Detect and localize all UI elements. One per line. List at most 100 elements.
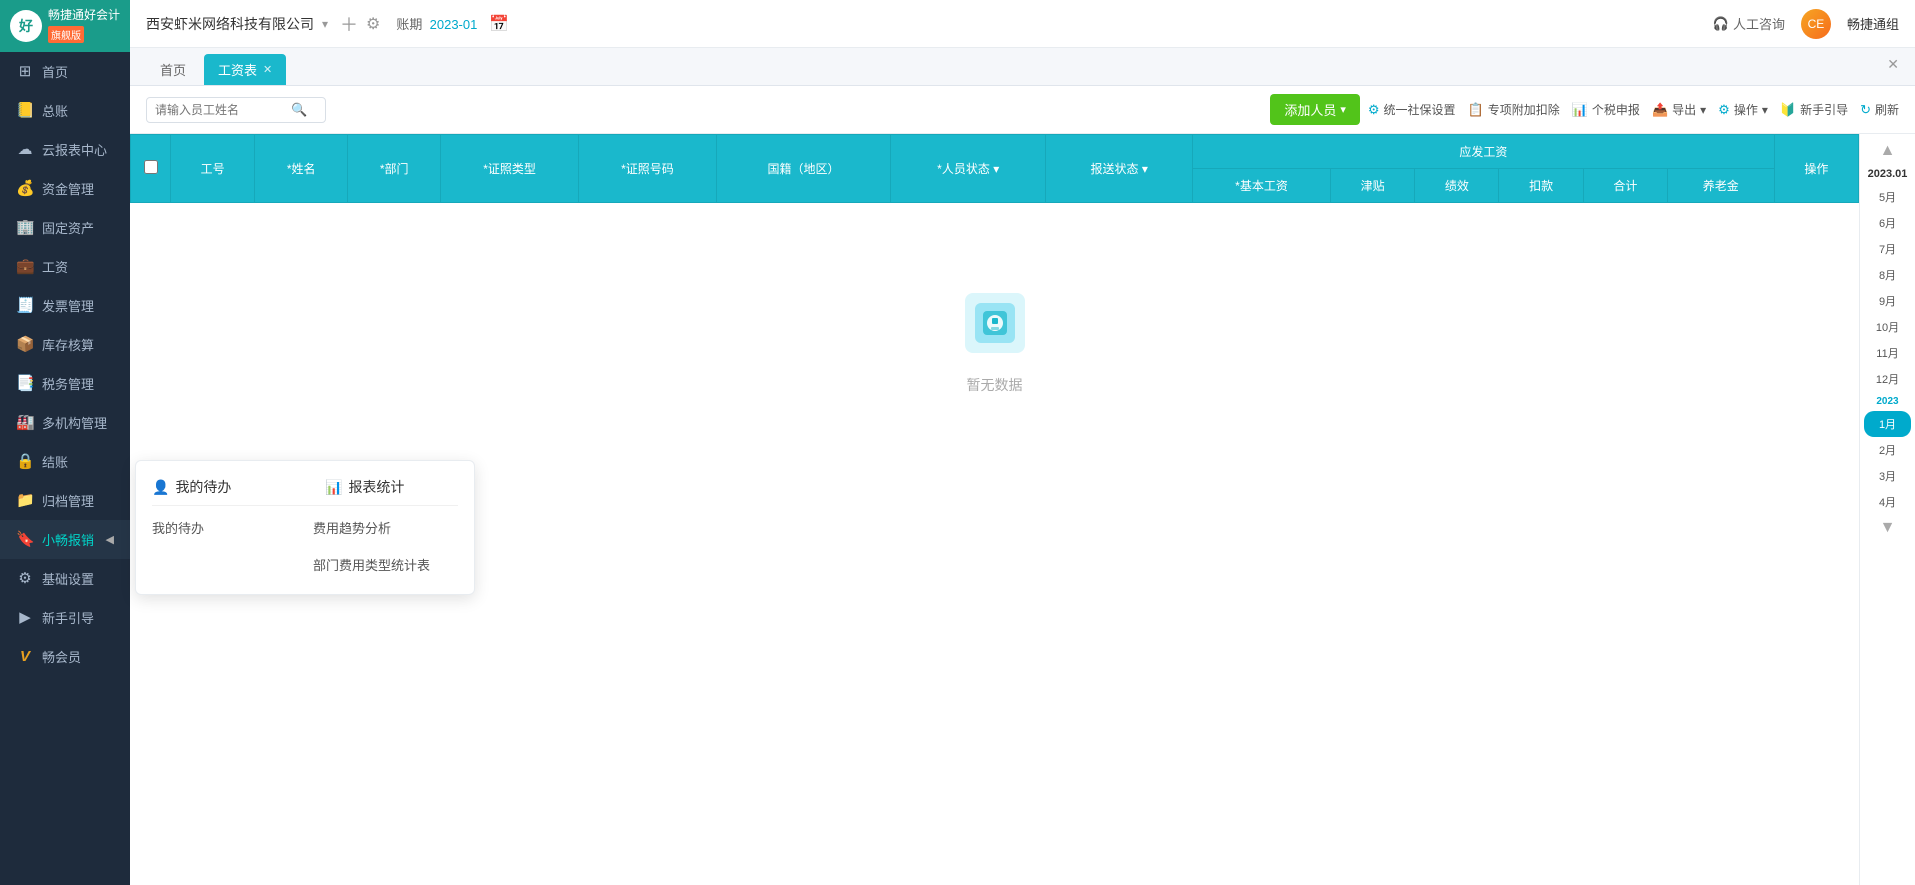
special-deduction-button[interactable]: 📋 专项附加扣除	[1468, 101, 1560, 118]
timeline-prev-arrow[interactable]: ▲	[1876, 138, 1900, 164]
sidebar-label-home: 首页	[42, 62, 68, 81]
timeline-9[interactable]: 9月	[1860, 288, 1915, 314]
topbar: 西安虾米网络科技有限公司 ▾ ＋ ⚙ 账期 2023-01 📅 🎧 人工咨询 C…	[130, 0, 1915, 48]
tab-salary[interactable]: 工资表 ✕	[204, 54, 286, 85]
company-settings-icon[interactable]: ⚙	[366, 14, 380, 34]
col-name-header: *姓名	[255, 135, 348, 203]
username[interactable]: 畅捷通组	[1847, 14, 1899, 33]
sidebar-label-fund: 资金管理	[42, 179, 94, 198]
sidebar-item-invoice[interactable]: 🧾 发票管理	[0, 286, 130, 325]
export-button[interactable]: 📤 导出 ▾	[1652, 101, 1706, 118]
timeline-6[interactable]: 6月	[1860, 210, 1915, 236]
popup-item-expense-trend[interactable]: 费用趋势分析	[313, 514, 458, 541]
export-icon: 📤	[1652, 102, 1668, 118]
sidebar-item-xiaochang[interactable]: 🔖 小畅报销 ◀	[0, 520, 130, 559]
col-base-salary-header: *基本工资	[1193, 169, 1331, 203]
timeline-next-arrow[interactable]: ▼	[1876, 515, 1900, 541]
tab-home-label: 首页	[160, 63, 186, 78]
sidebar-item-guide[interactable]: ▶ 新手引导	[0, 598, 130, 637]
col-report-status-header[interactable]: 报送状态 ▾	[1046, 135, 1193, 203]
col-id-type-header: *证照类型	[441, 135, 579, 203]
company-name[interactable]: 西安虾米网络科技有限公司	[146, 14, 314, 34]
sidebar-item-inventory[interactable]: 📦 库存核算	[0, 325, 130, 364]
company-dropdown-icon[interactable]: ▾	[322, 17, 328, 31]
refresh-button[interactable]: ↻ 刷新	[1860, 101, 1899, 118]
multi-org-icon: 🏭	[16, 413, 34, 431]
tab-salary-close[interactable]: ✕	[263, 63, 272, 76]
sidebar-item-fund[interactable]: 💰 资金管理	[0, 169, 130, 208]
user-avatar[interactable]: CE	[1801, 9, 1831, 39]
add-person-label: 添加人员	[1284, 100, 1336, 119]
timeline-7[interactable]: 7月	[1860, 236, 1915, 262]
popup-item-dept-expense[interactable]: 部门费用类型统计表	[313, 551, 458, 578]
sidebar-label-invoice: 发票管理	[42, 296, 94, 315]
social-insurance-button[interactable]: ⚙ 统一社保设置	[1368, 101, 1456, 118]
main-content: 西安虾米网络科技有限公司 ▾ ＋ ⚙ 账期 2023-01 📅 🎧 人工咨询 C…	[130, 0, 1915, 885]
col-person-status-header[interactable]: *人员状态 ▾	[890, 135, 1045, 203]
sidebar-item-basic-settings[interactable]: ⚙ 基础设置	[0, 559, 130, 598]
search-icon: 🔍	[291, 102, 307, 118]
timeline-5[interactable]: 5月	[1860, 184, 1915, 210]
timeline-10[interactable]: 10月	[1860, 314, 1915, 340]
period-value: 2023-01	[430, 17, 478, 32]
timeline-2[interactable]: 2月	[1860, 437, 1915, 463]
select-all-checkbox[interactable]	[144, 160, 158, 174]
tab-close-all[interactable]: ✕	[1887, 56, 1899, 73]
help-button[interactable]: 🎧 人工咨询	[1713, 14, 1785, 33]
timeline-12[interactable]: 12月	[1860, 366, 1915, 392]
home-icon: ⊞	[16, 62, 34, 80]
operations-button[interactable]: ⚙ 操作 ▾	[1718, 101, 1768, 118]
popup-divider	[152, 505, 458, 506]
sidebar-label-assets: 固定资产	[42, 218, 94, 237]
search-box: 🔍	[146, 97, 326, 123]
export-label: 导出	[1672, 101, 1696, 118]
tab-home[interactable]: 首页	[146, 54, 200, 85]
salary-table: 工号 *姓名 *部门 *证照类型 *证照号码 国籍（地区） *人员状态 ▾ 报送…	[130, 134, 1859, 203]
timeline-4[interactable]: 4月	[1860, 489, 1915, 515]
tax-icon: 📑	[16, 374, 34, 392]
sidebar-item-member[interactable]: V 畅会员	[0, 637, 130, 676]
assets-icon: 🏢	[16, 218, 34, 236]
logo-name: 畅捷通好会计	[48, 8, 120, 24]
empty-state: 暂无数据	[130, 203, 1859, 475]
tax-report-button[interactable]: 📊 个税申报	[1572, 101, 1640, 118]
search-input[interactable]	[155, 103, 285, 117]
tabbar: 首页 工资表 ✕ ✕	[130, 48, 1915, 86]
calendar-icon[interactable]: 📅	[489, 14, 509, 34]
app-logo[interactable]: 好 畅捷通好会计 旗舰版	[0, 0, 130, 52]
xiaochang-icon: 🔖	[16, 530, 34, 548]
sidebar-item-cloud-report[interactable]: ☁ 云报表中心	[0, 130, 130, 169]
sidebar-item-fixed-assets[interactable]: 🏢 固定资产	[0, 208, 130, 247]
col-deduction-header: 扣款	[1499, 169, 1583, 203]
timeline-3[interactable]: 3月	[1860, 463, 1915, 489]
col-allowance-header: 津贴	[1330, 169, 1414, 203]
right-timeline-panel: ▲ 2023.01 5月 6月 7月 8月 9月 10月 11月 12月 202…	[1859, 134, 1915, 885]
sidebar-item-tax[interactable]: 📑 税务管理	[0, 364, 130, 403]
help-label: 人工咨询	[1733, 14, 1785, 33]
guide-icon: ▶	[16, 608, 34, 626]
social-insurance-icon: ⚙	[1368, 102, 1380, 118]
popup-header-row: 👤 我的待办 📊 报表统计	[152, 477, 458, 497]
col-id-no-header: *证照号码	[579, 135, 717, 203]
timeline-11[interactable]: 11月	[1860, 340, 1915, 366]
tax-report-label: 个税申报	[1592, 101, 1640, 118]
sidebar-item-closing[interactable]: 🔒 结账	[0, 442, 130, 481]
toolbar-actions: ⚙ 统一社保设置 📋 专项附加扣除 📊 个税申报 📤 导出 ▾ ⚙ 操作 ▾	[1368, 101, 1899, 118]
add-person-button[interactable]: 添加人员 ▾	[1270, 94, 1360, 125]
sidebar-item-ledger[interactable]: 📒 总账	[0, 91, 130, 130]
sidebar-item-home[interactable]: ⊞ 首页	[0, 52, 130, 91]
guide-button[interactable]: 🔰 新手引导	[1780, 101, 1848, 118]
popup-item-mywork[interactable]: 我的待办	[152, 514, 297, 541]
sidebar-item-multi-org[interactable]: 🏭 多机构管理	[0, 403, 130, 442]
col-checkbox-header[interactable]	[131, 135, 171, 203]
sidebar-label-salary: 工资	[42, 257, 68, 276]
sidebar-label-archive: 归档管理	[42, 491, 94, 510]
inventory-icon: 📦	[16, 335, 34, 353]
add-company-button[interactable]: ＋	[340, 11, 358, 37]
timeline-1[interactable]: 1月	[1864, 411, 1911, 437]
sidebar-item-archive[interactable]: 📁 归档管理	[0, 481, 130, 520]
sidebar-item-salary[interactable]: 💼 工资	[0, 247, 130, 286]
col-nationality-header: 国籍（地区）	[716, 135, 890, 203]
timeline-8[interactable]: 8月	[1860, 262, 1915, 288]
xiaochang-popup-menu: 👤 我的待办 📊 报表统计 我的待办 费用趋势分析 部门费用类型统计表	[135, 460, 475, 595]
